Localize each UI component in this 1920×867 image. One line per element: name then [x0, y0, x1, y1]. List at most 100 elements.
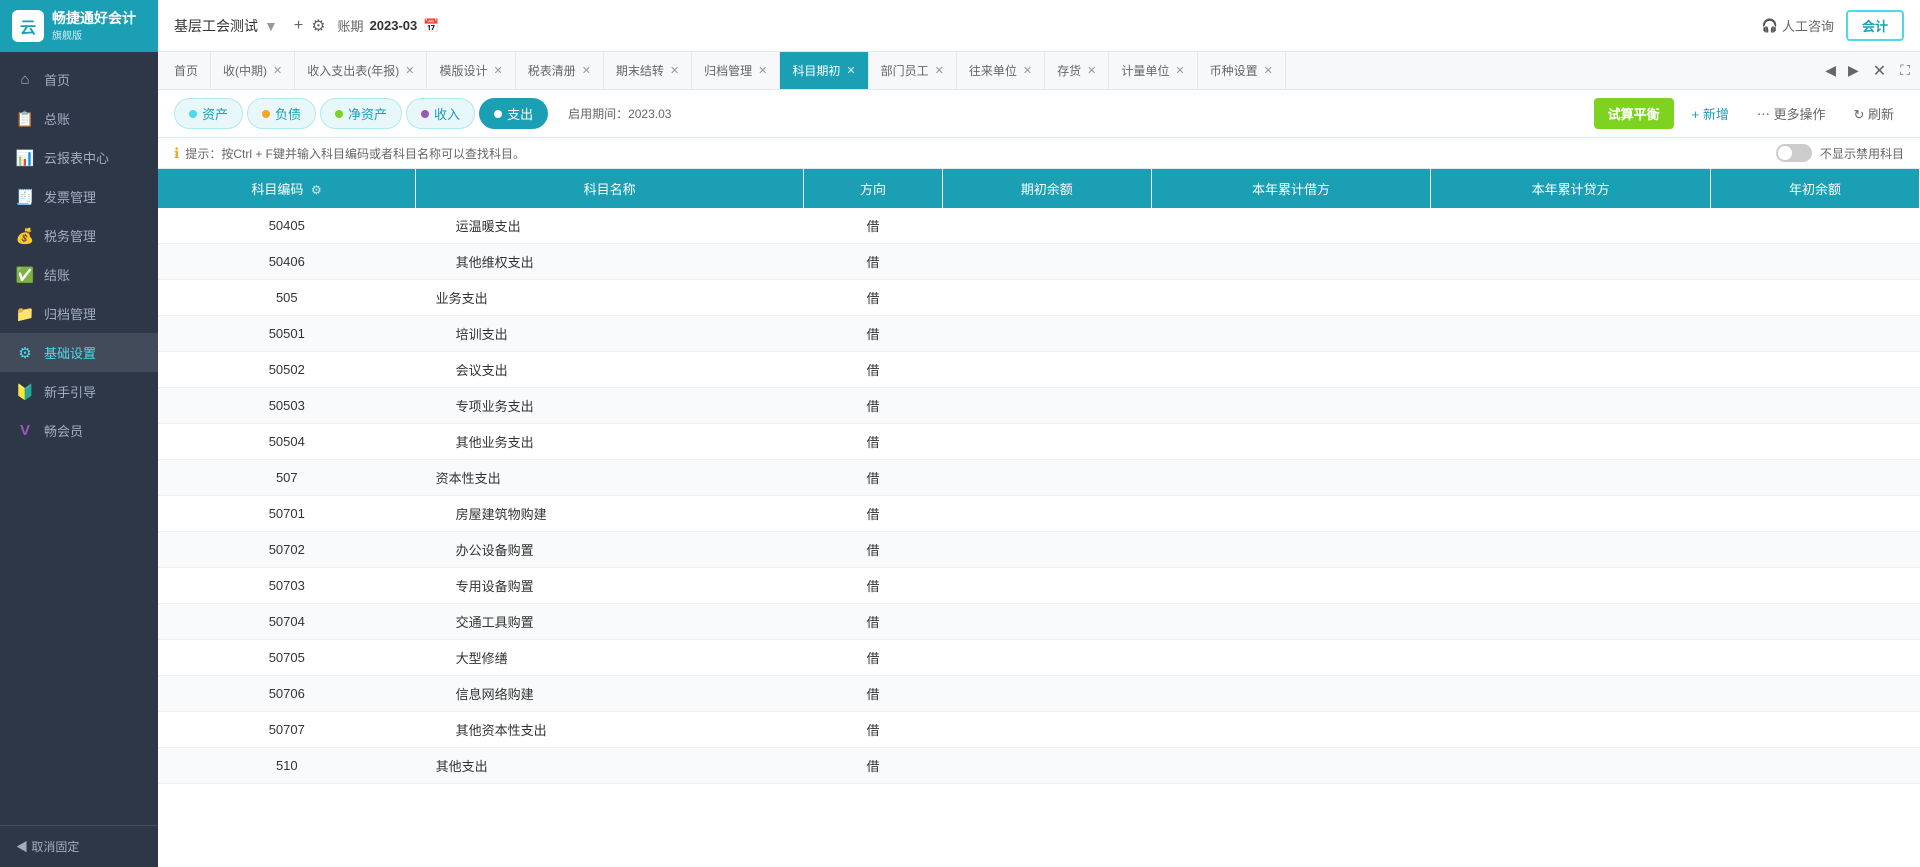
sidebar-item-home[interactable]: ⌂ 首页: [0, 60, 158, 99]
sub-tab-income[interactable]: 收入: [406, 98, 475, 129]
help-button[interactable]: 🎧 人工咨询: [1762, 16, 1834, 35]
sidebar-item-guide[interactable]: 🔰 新手引导: [0, 372, 158, 411]
sidebar-item-member[interactable]: V 畅会员: [0, 411, 158, 450]
table-row[interactable]: 510其他支出借: [158, 748, 1920, 784]
tab-close-icon[interactable]: ✕: [582, 64, 591, 77]
sidebar-item-settings[interactable]: ⚙ 基础设置: [0, 333, 158, 372]
tab-interim[interactable]: 收(中期) ✕: [211, 52, 295, 89]
sub-tab-assets[interactable]: 资产: [174, 98, 243, 129]
tab-close-icon[interactable]: ✕: [1023, 64, 1032, 77]
cell-ytd-debit: [1151, 352, 1431, 388]
table-row[interactable]: 50706信息网络购建借: [158, 676, 1920, 712]
table-row[interactable]: 50503专项业务支出借: [158, 388, 1920, 424]
tab-counterpart[interactable]: 往来单位 ✕: [957, 52, 1045, 89]
tab-close-icon[interactable]: ✕: [1264, 64, 1273, 77]
more-button[interactable]: ⋯ 更多操作: [1747, 98, 1836, 129]
sub-tab-expenditure[interactable]: 支出: [479, 98, 548, 129]
tab-close-icon[interactable]: ✕: [670, 64, 679, 77]
table-row[interactable]: 50703专用设备购置借: [158, 568, 1920, 604]
tab-close-icon[interactable]: ✕: [935, 64, 944, 77]
tab-period-end[interactable]: 期末结转 ✕: [604, 52, 692, 89]
cell-ytd-credit: [1431, 424, 1711, 460]
tab-subject-init[interactable]: 科目期初 ✕: [780, 52, 868, 89]
sidebar-item-ledger[interactable]: 📋 总账: [0, 99, 158, 138]
sidebar-item-label: 首页: [44, 70, 70, 89]
table-row[interactable]: 50504其他业务支出借: [158, 424, 1920, 460]
cell-ytd-debit: [1151, 640, 1431, 676]
tab-close-icon[interactable]: ✕: [273, 64, 282, 77]
table-row[interactable]: 505业务支出借: [158, 280, 1920, 316]
cell-year-opening: [1710, 496, 1919, 532]
table-row[interactable]: 50501培训支出借: [158, 316, 1920, 352]
table-row[interactable]: 50707其他资本性支出借: [158, 712, 1920, 748]
cell-code: 50405: [158, 208, 416, 244]
cell-opening-balance: [942, 208, 1151, 244]
cell-code: 50502: [158, 352, 416, 388]
tab-inventory[interactable]: 存货 ✕: [1045, 52, 1109, 89]
sidebar-item-archive[interactable]: 📁 归档管理: [0, 294, 158, 333]
tab-income-report[interactable]: 收入支出表(年报) ✕: [295, 52, 427, 89]
cell-ytd-credit: [1431, 496, 1711, 532]
table-row[interactable]: 50701房屋建筑物购建借: [158, 496, 1920, 532]
tab-template[interactable]: 模版设计 ✕: [427, 52, 515, 89]
sidebar-item-invoice[interactable]: 🧾 发票管理: [0, 177, 158, 216]
col-opening-balance: 期初余额: [942, 169, 1151, 208]
calendar-icon[interactable]: 📅: [423, 18, 439, 34]
sub-tab-net-assets[interactable]: 净资产: [320, 98, 402, 129]
cell-name: 业务支出: [416, 280, 804, 316]
account-button[interactable]: 会计: [1846, 10, 1904, 41]
tab-label: 收(中期): [223, 62, 267, 79]
cell-code: 50707: [158, 712, 416, 748]
table-row[interactable]: 50704交通工具购置借: [158, 604, 1920, 640]
refresh-button[interactable]: ↻ 刷新: [1843, 98, 1904, 129]
tab-label: 期末结转: [616, 62, 664, 79]
add-button[interactable]: + 新增: [1682, 98, 1739, 129]
table-row[interactable]: 507资本性支出借: [158, 460, 1920, 496]
settings-icon[interactable]: ⚙: [311, 16, 325, 36]
col-settings-icon[interactable]: ⚙: [311, 183, 322, 197]
tab-expand-icon[interactable]: ⛶: [1894, 62, 1916, 79]
tab-currency[interactable]: 币种设置 ✕: [1198, 52, 1286, 89]
table-row[interactable]: 50702办公设备购置借: [158, 532, 1920, 568]
tab-tax-clear[interactable]: 税表清册 ✕: [516, 52, 604, 89]
sub-tab-liability[interactable]: 负债: [247, 98, 316, 129]
tab-dept-staff[interactable]: 部门员工 ✕: [869, 52, 957, 89]
sidebar-item-settle[interactable]: ✅ 结账: [0, 255, 158, 294]
sidebar-collapse-btn[interactable]: ◀ 取消固定: [0, 825, 158, 867]
cell-opening-balance: [942, 388, 1151, 424]
income-label: 收入: [434, 104, 460, 123]
tax-icon: 💰: [16, 227, 34, 245]
tab-close-all-icon[interactable]: ✕: [1865, 61, 1894, 81]
topbar-icons: + ⚙: [294, 16, 326, 36]
table-row[interactable]: 50705大型修缮借: [158, 640, 1920, 676]
tab-archive[interactable]: 归档管理 ✕: [692, 52, 780, 89]
tab-close-icon[interactable]: ✕: [758, 64, 767, 77]
tab-close-icon[interactable]: ✕: [405, 64, 414, 77]
tab-close-icon[interactable]: ✕: [493, 64, 502, 77]
cell-direction: 借: [804, 352, 942, 388]
balance-button[interactable]: 试算平衡: [1594, 98, 1674, 129]
table-row[interactable]: 50406其他维权支出借: [158, 244, 1920, 280]
cell-name: 专项业务支出: [416, 388, 804, 424]
project-selector[interactable]: 基层工会测试 ▼: [174, 16, 278, 36]
cell-code: 50503: [158, 388, 416, 424]
tab-close-icon[interactable]: ✕: [1175, 64, 1184, 77]
cell-year-opening: [1710, 604, 1919, 640]
table-row[interactable]: 50405运温暖支出借: [158, 208, 1920, 244]
plus-icon[interactable]: +: [294, 17, 303, 35]
table-row[interactable]: 50502会议支出借: [158, 352, 1920, 388]
tab-unit[interactable]: 计量单位 ✕: [1109, 52, 1197, 89]
logo-icon: 云: [12, 10, 44, 42]
tab-home[interactable]: 首页: [162, 52, 211, 89]
tab-nav-prev[interactable]: ◀: [1819, 62, 1842, 79]
cell-ytd-credit: [1431, 388, 1711, 424]
tab-nav-next[interactable]: ▶: [1842, 62, 1865, 79]
tab-close-icon[interactable]: ✕: [846, 64, 855, 77]
guide-icon: 🔰: [16, 383, 34, 401]
cell-year-opening: [1710, 388, 1919, 424]
tab-close-icon[interactable]: ✕: [1087, 64, 1096, 77]
cell-name: 运温暖支出: [416, 208, 804, 244]
sidebar-item-tax[interactable]: 💰 税务管理: [0, 216, 158, 255]
sidebar-item-report[interactable]: 📊 云报表中心: [0, 138, 158, 177]
disabled-toggle[interactable]: [1776, 144, 1812, 162]
